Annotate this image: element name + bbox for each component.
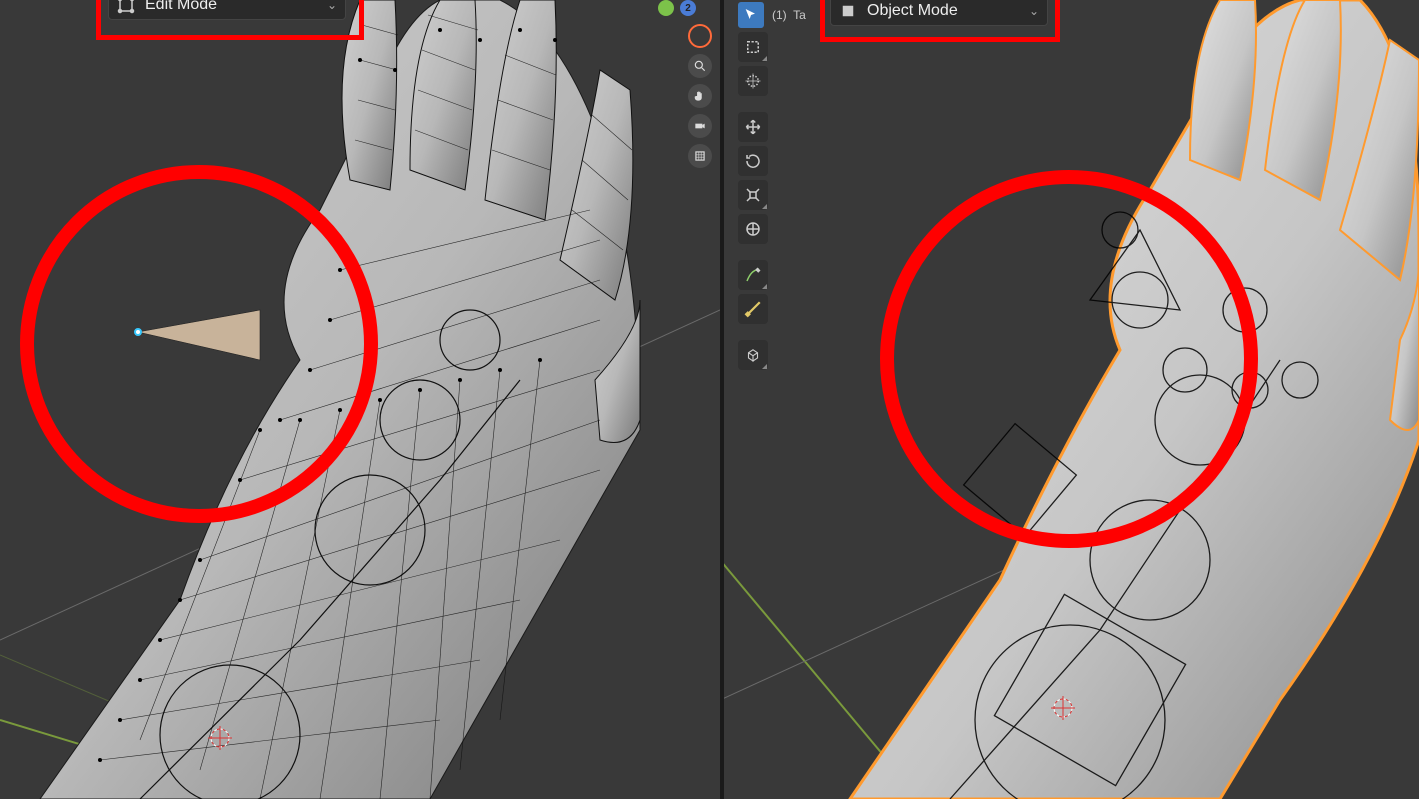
toggle-ortho-icon[interactable]: [688, 144, 712, 168]
zoom-icon[interactable]: [688, 54, 712, 78]
mode-label-right: Object Mode: [867, 2, 958, 20]
camera-view-icon[interactable]: [688, 114, 712, 138]
3d-cursor-gizmo-right: [1051, 696, 1075, 720]
left-3d-scene: [0, 0, 720, 799]
nav-gizmo-cluster: [688, 24, 712, 168]
hand-mesh: [40, 0, 640, 799]
left-toolbar: [738, 32, 768, 370]
axis-gizmo-z[interactable]: 2: [680, 0, 696, 16]
3d-cursor-gizmo: [208, 726, 232, 750]
hand-surface: [850, 0, 1419, 799]
vertex-dots: [98, 28, 557, 762]
armature-overlay-right: [950, 212, 1318, 799]
select-box-tool-icon[interactable]: [738, 32, 768, 62]
scale-tool-icon[interactable]: [738, 180, 768, 210]
rotate-tool-icon[interactable]: [738, 146, 768, 176]
mode-dropdown-left[interactable]: Edit Mode ⌄: [108, 0, 346, 20]
nav-orbit-ring[interactable]: [688, 24, 712, 48]
pan-hand-icon[interactable]: [688, 84, 712, 108]
mode-dropdown-right[interactable]: Object Mode ⌄: [830, 0, 1048, 26]
cursor-header-icon[interactable]: [738, 2, 764, 28]
axis-gizmo-y[interactable]: [658, 0, 674, 16]
object-mode-icon: [839, 2, 857, 20]
move-tool-icon[interactable]: [738, 112, 768, 142]
mesh-spike-defect: [138, 310, 260, 360]
chevron-down-icon: ⌄: [327, 0, 337, 12]
transform-tool-icon[interactable]: [738, 214, 768, 244]
annotation-circle-left: [20, 165, 378, 523]
mode-label-left: Edit Mode: [145, 0, 217, 14]
chevron-down-icon: ⌄: [1029, 4, 1039, 18]
selected-vertex: [135, 329, 141, 335]
annotate-tool-icon[interactable]: [738, 260, 768, 290]
wireframe-overlay: [100, 15, 632, 799]
edit-mode-icon: [117, 0, 135, 14]
right-header-bar: (1) Ta: [738, 0, 806, 30]
viewport-divider[interactable]: [720, 0, 724, 799]
cursor-tool-icon[interactable]: [738, 66, 768, 96]
armature-overlay: [140, 310, 520, 799]
left-viewport[interactable]: Edit Mode ⌄ 2: [0, 0, 720, 799]
add-cube-tool-icon[interactable]: [738, 340, 768, 370]
annotation-circle-right: [880, 170, 1258, 548]
measure-tool-icon[interactable]: [738, 294, 768, 324]
right-3d-scene: [720, 0, 1419, 799]
right-viewport[interactable]: (1) Ta Object Mode ⌄: [720, 0, 1419, 799]
scene-stats-text: (1) Ta: [772, 8, 806, 22]
